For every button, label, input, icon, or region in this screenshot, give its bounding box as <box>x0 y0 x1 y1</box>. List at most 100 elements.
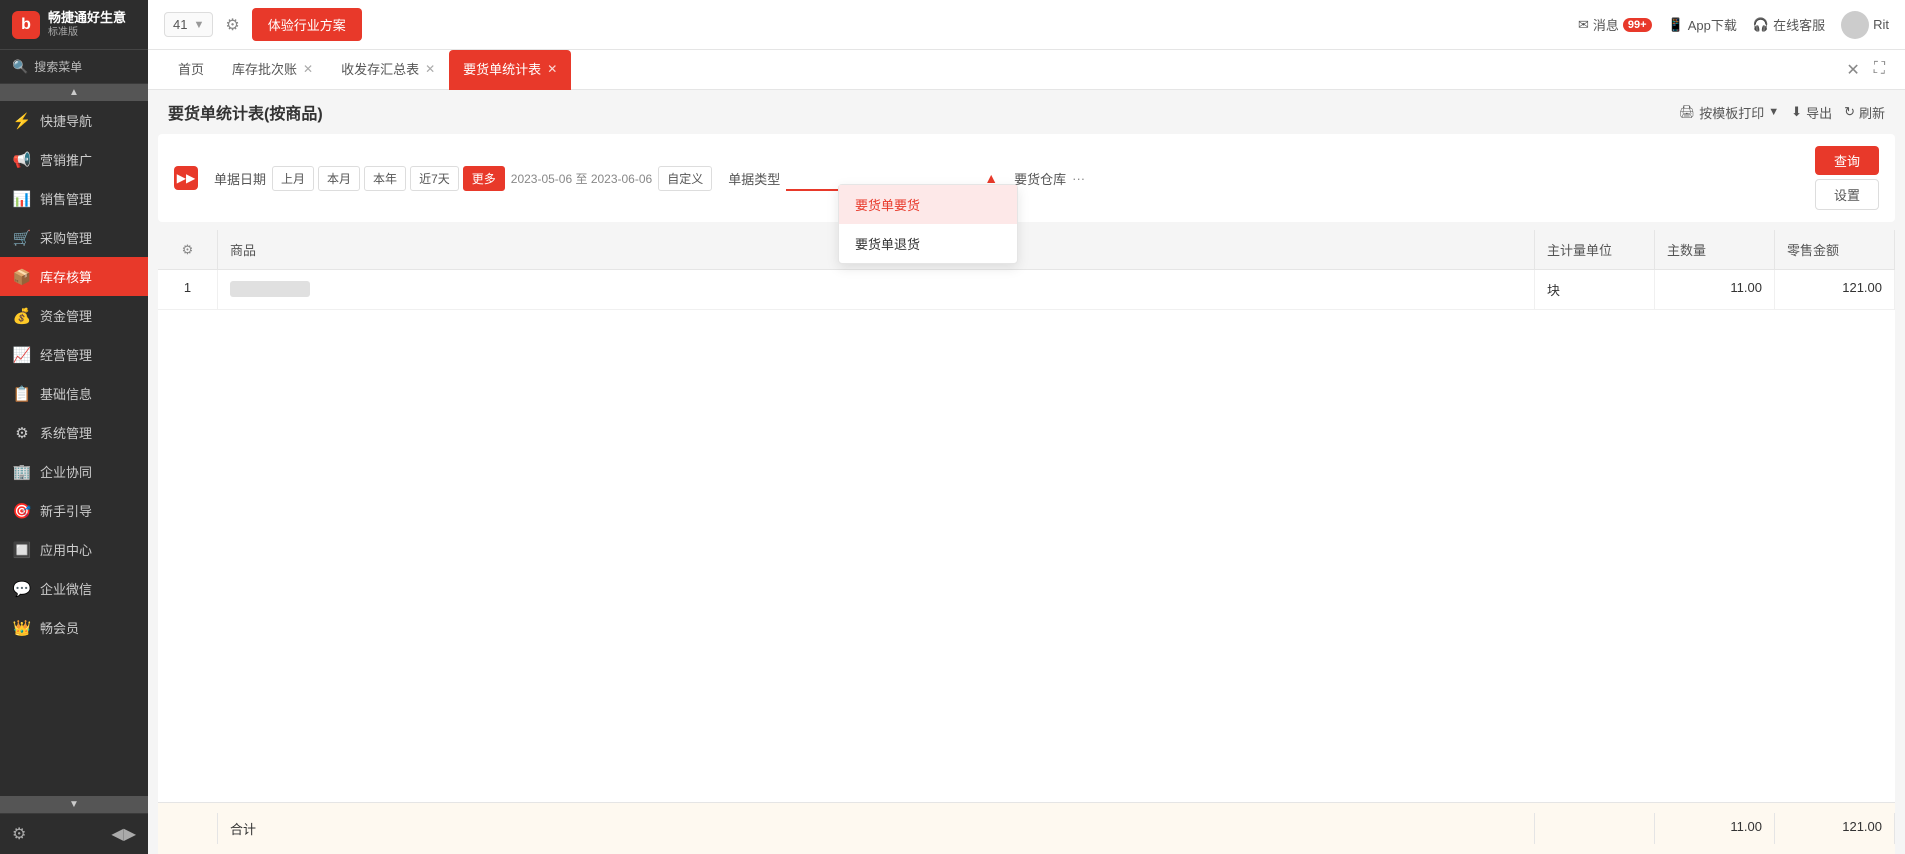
filter-buttons: 查询 设置 <box>1815 146 1879 210</box>
tab-receive-summary[interactable]: 收发存汇总表 ✕ <box>327 50 449 90</box>
sidebar-item-marketing[interactable]: 📢 营销推广 <box>0 140 148 179</box>
user-avatar-item[interactable]: Rit <box>1841 11 1889 39</box>
guide-icon: 🎯 <box>12 502 32 520</box>
warehouse-more-icon[interactable]: ··· <box>1072 171 1085 186</box>
page-content: 要货单统计表(按商品) 🖨 按模板打印 ▼ ⬇ 导出 ↻ 刷新 ▶▶ <box>148 90 1905 854</box>
sidebar-item-member[interactable]: 👑 畅会员 <box>0 608 148 647</box>
sidebar-bottom: ⚙ ◀▶ <box>0 813 148 854</box>
table-header: ⚙ 商品 主计量单位 主数量 零售金额 <box>158 230 1895 270</box>
page-actions: 🖨 按模板打印 ▼ ⬇ 导出 ↻ 刷新 <box>1679 103 1885 122</box>
set-button[interactable]: 设置 <box>1815 179 1879 210</box>
tf-total-quantity: 11.00 <box>1655 813 1775 844</box>
sidebar-item-basic[interactable]: 📋 基础信息 <box>0 374 148 413</box>
date-custom-button[interactable]: 自定义 <box>658 166 712 191</box>
refresh-button[interactable]: ↻ 刷新 <box>1844 103 1885 122</box>
app-logo-icon: b <box>12 11 40 39</box>
topbar-gear-icon[interactable]: ⚙ <box>225 15 239 35</box>
app-logo-text: 畅捷通好生意 标准版 <box>48 10 126 40</box>
print-button[interactable]: 🖨 按模板打印 ▼ <box>1679 103 1779 122</box>
sidebar-nav: ⚡ 快捷导航 📢 营销推广 📊 销售管理 🛒 采购管理 📦 库存核算 💰 资金管… <box>0 101 148 796</box>
quick-nav-icon: ⚡ <box>12 112 32 130</box>
tf-empty1 <box>158 813 218 844</box>
export-icon: ⬇ <box>1791 104 1802 120</box>
sidebar-item-guide[interactable]: 🎯 新手引导 <box>0 491 148 530</box>
sidebar-toggle-icon[interactable]: ◀▶ <box>111 824 136 844</box>
page-title: 要货单统计表(按商品) <box>168 100 323 124</box>
date-filter-buttons: 上月 本月 本年 近7天 更多 <box>272 166 505 191</box>
sidebar-item-system[interactable]: ⚙ 系统管理 <box>0 413 148 452</box>
tabs-bar: 首页 库存批次账 ✕ 收发存汇总表 ✕ 要货单统计表 ✕ ✕ ⛶ <box>148 50 1905 90</box>
topbar-left: 41 ▼ ⚙ 体验行业方案 <box>164 8 362 41</box>
sidebar-item-finance[interactable]: 💰 资金管理 <box>0 296 148 335</box>
dropdown-item-order-request[interactable]: 要货单要货 <box>839 185 1017 224</box>
table-settings-icon[interactable]: ⚙ <box>182 242 194 258</box>
filter-expand-button[interactable]: ▶▶ <box>174 166 198 190</box>
industry-solution-button[interactable]: 体验行业方案 <box>252 8 362 41</box>
topbar: 41 ▼ ⚙ 体验行业方案 ✉ 消息 99+ 📱 App下载 🎧 在线客服 R <box>148 0 1905 50</box>
sidebar-logo: b 畅捷通好生意 标准版 <box>0 0 148 50</box>
tab-expand-icon[interactable]: ⛶ <box>1870 56 1889 84</box>
store-selector[interactable]: 41 ▼ <box>164 12 213 37</box>
date-filter-label: 单据日期 <box>214 169 266 188</box>
basic-icon: 📋 <box>12 385 32 403</box>
finance-icon: 💰 <box>12 307 32 325</box>
print-dropdown-chevron-icon: ▼ <box>1768 106 1779 118</box>
table-body: 1 块 11.00 121.00 <box>158 270 1895 802</box>
marketing-icon: 📢 <box>12 151 32 169</box>
th-index: ⚙ <box>158 230 218 269</box>
sidebar-item-quick-nav[interactable]: ⚡ 快捷导航 <box>0 101 148 140</box>
inventory-icon: 📦 <box>12 268 32 286</box>
export-button[interactable]: ⬇ 导出 <box>1791 103 1832 122</box>
app-download-item[interactable]: 📱 App下载 <box>1668 15 1737 34</box>
sidebar-item-enterprise[interactable]: 🏢 企业协同 <box>0 452 148 491</box>
sidebar-item-wechat[interactable]: 💬 企业微信 <box>0 569 148 608</box>
sidebar-scroll-down[interactable]: ▼ <box>0 796 148 813</box>
warehouse-label: 要货仓库 <box>1014 169 1066 188</box>
td-product <box>218 270 1535 309</box>
tab-home[interactable]: 首页 <box>164 50 218 90</box>
date-btn-up-month[interactable]: 上月 <box>272 166 314 191</box>
query-button[interactable]: 查询 <box>1815 146 1879 175</box>
tab-inventory-batch[interactable]: 库存批次账 ✕ <box>218 50 327 90</box>
sidebar-item-purchase[interactable]: 🛒 采购管理 <box>0 218 148 257</box>
tab-receive-summary-close-icon[interactable]: ✕ <box>425 63 435 75</box>
sidebar-item-inventory[interactable]: 📦 库存核算 <box>0 257 148 296</box>
refresh-icon: ↻ <box>1844 104 1855 120</box>
th-quantity: 主数量 <box>1655 230 1775 269</box>
dropdown-item-order-return[interactable]: 要货单退货 <box>839 224 1017 263</box>
messages-item[interactable]: ✉ 消息 99+ <box>1578 15 1652 34</box>
tf-total-amount: 121.00 <box>1775 813 1895 844</box>
messages-icon: ✉ <box>1578 17 1589 33</box>
settings-bottom-icon[interactable]: ⚙ <box>12 824 26 844</box>
topbar-right: ✉ 消息 99+ 📱 App下载 🎧 在线客服 Rit <box>1578 11 1889 39</box>
date-range-label: 2023-05-06 至 2023-06-06 <box>511 170 652 187</box>
member-icon: 👑 <box>12 619 32 637</box>
sidebar-item-app-center[interactable]: 🔲 应用中心 <box>0 530 148 569</box>
tab-order-stats[interactable]: 要货单统计表 ✕ <box>449 50 571 90</box>
selector-chevron-icon: ▼ <box>193 19 204 31</box>
tab-close-all-icon[interactable]: ✕ <box>1842 56 1863 84</box>
sidebar-scroll-up[interactable]: ▲ <box>0 84 148 101</box>
td-unit: 块 <box>1535 270 1655 309</box>
warehouse-filter-group: 要货仓库 ··· <box>1014 169 1085 188</box>
sidebar-item-sales[interactable]: 📊 销售管理 <box>0 179 148 218</box>
th-unit: 主计量单位 <box>1535 230 1655 269</box>
date-btn-this-year[interactable]: 本年 <box>364 166 406 191</box>
date-btn-last-7-days[interactable]: 近7天 <box>410 166 459 191</box>
product-blurred-value <box>230 281 310 297</box>
sidebar-item-operation[interactable]: 📈 经营管理 <box>0 335 148 374</box>
tf-total-label: 合计 <box>218 813 1535 844</box>
tab-inventory-batch-close-icon[interactable]: ✕ <box>303 63 313 75</box>
date-btn-this-month[interactable]: 本月 <box>318 166 360 191</box>
search-menu-item[interactable]: 🔍 搜索菜单 <box>0 50 148 84</box>
order-type-dropdown: 要货单要货 要货单退货 <box>838 184 1018 264</box>
order-type-label: 单据类型 <box>728 169 780 188</box>
date-btn-more[interactable]: 更多 <box>463 166 505 191</box>
enterprise-icon: 🏢 <box>12 463 32 481</box>
online-service-item[interactable]: 🎧 在线客服 <box>1753 15 1825 34</box>
tab-order-stats-close-icon[interactable]: ✕ <box>547 63 557 75</box>
sidebar: b 畅捷通好生意 标准版 🔍 搜索菜单 ▲ ⚡ 快捷导航 📢 营销推广 📊 销售… <box>0 0 148 854</box>
data-table: ⚙ 商品 主计量单位 主数量 零售金额 1 块 11.00 121.00 <box>158 230 1895 854</box>
filter-area: ▶▶ 单据日期 上月 本月 本年 近7天 更多 2023-05-06 至 202… <box>158 134 1895 222</box>
table-footer: 合计 11.00 121.00 <box>158 802 1895 854</box>
